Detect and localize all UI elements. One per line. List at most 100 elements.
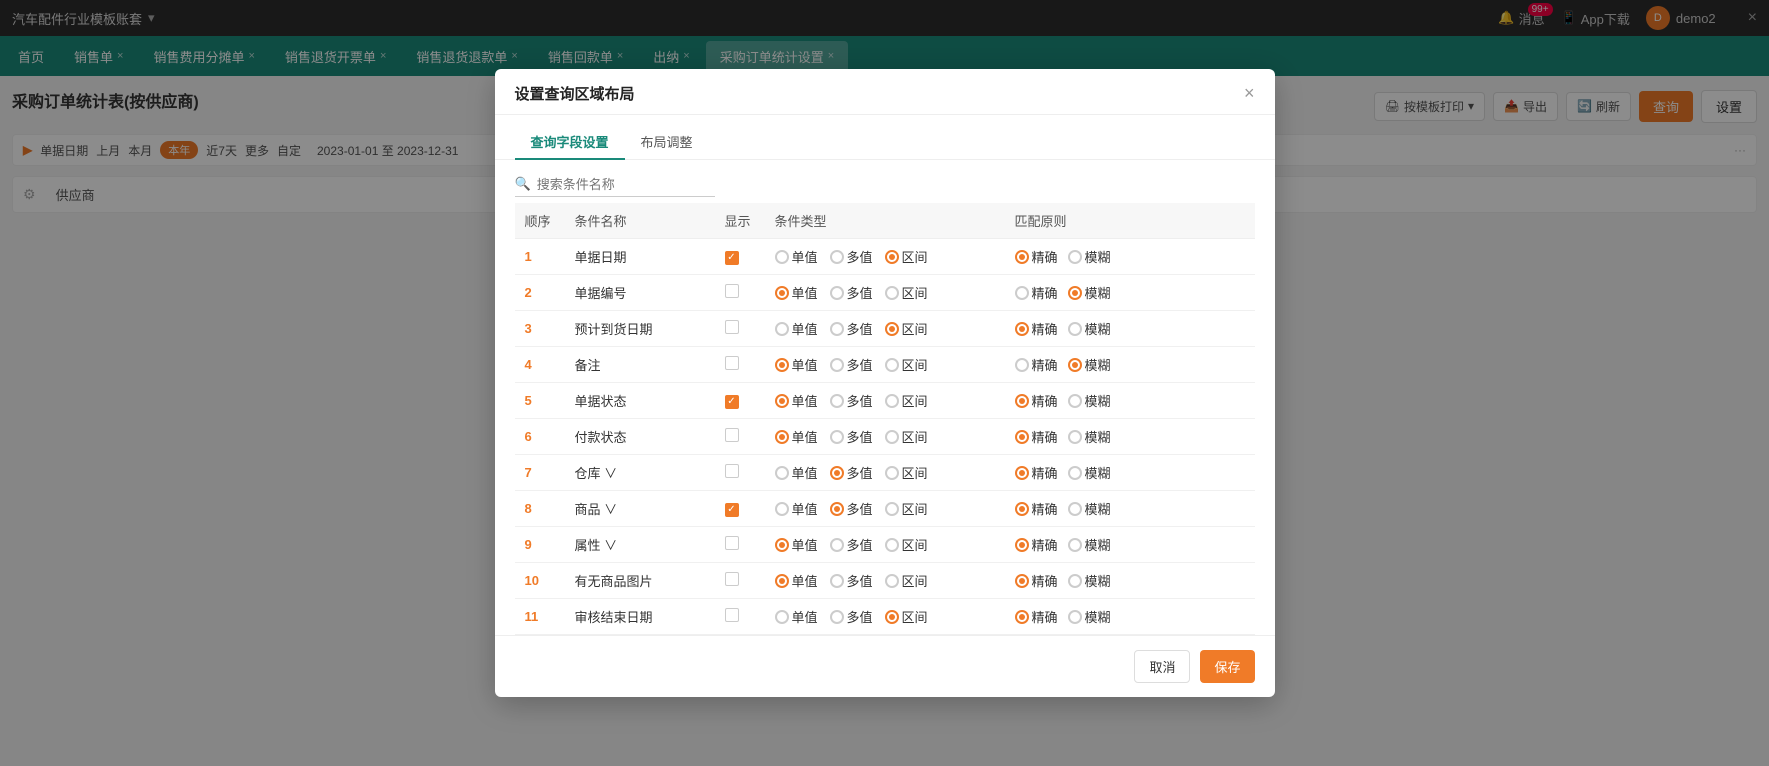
type-radio-type_range[interactable]: 区间 bbox=[885, 571, 928, 590]
match-radio-match_exact[interactable]: 精确 bbox=[1015, 391, 1058, 410]
cell-display[interactable] bbox=[715, 563, 765, 599]
search-box[interactable]: 🔍 bbox=[515, 172, 715, 197]
type-radio-type_multi[interactable]: 多值 bbox=[830, 247, 873, 266]
type-radio-type_multi[interactable]: 多值 bbox=[830, 535, 873, 554]
match-radio-match_exact[interactable]: 精确 bbox=[1015, 427, 1058, 446]
search-input[interactable] bbox=[537, 177, 697, 192]
cell-display[interactable] bbox=[715, 347, 765, 383]
type-radio-type_range[interactable]: 区间 bbox=[885, 427, 928, 446]
match-radio-match_fuzzy[interactable]: 模糊 bbox=[1068, 571, 1111, 590]
display-checkbox[interactable] bbox=[725, 572, 739, 586]
type-radio-type_range[interactable]: 区间 bbox=[885, 391, 928, 410]
radio-dot bbox=[830, 430, 844, 444]
cell-display[interactable] bbox=[715, 275, 765, 311]
display-checkbox[interactable] bbox=[725, 608, 739, 622]
display-checkbox[interactable]: ✓ bbox=[725, 251, 739, 265]
match-radio-match_exact[interactable]: 精确 bbox=[1015, 463, 1058, 482]
display-checkbox[interactable] bbox=[725, 356, 739, 370]
type-radio-type_multi[interactable]: 多值 bbox=[830, 463, 873, 482]
match-radio-match_fuzzy[interactable]: 模糊 bbox=[1068, 427, 1111, 446]
modal-close-button[interactable]: × bbox=[1244, 83, 1255, 104]
radio-dot bbox=[885, 322, 899, 336]
match-radio-match_fuzzy[interactable]: 模糊 bbox=[1068, 607, 1111, 626]
type-radio-type_single[interactable]: 单值 bbox=[775, 319, 818, 338]
radio-dot bbox=[1015, 358, 1029, 372]
match-radio-match_exact[interactable]: 精确 bbox=[1015, 319, 1058, 338]
match-radio-match_fuzzy[interactable]: 模糊 bbox=[1068, 319, 1111, 338]
radio-dot bbox=[885, 358, 899, 372]
type-radio-type_multi[interactable]: 多值 bbox=[830, 499, 873, 518]
type-radio-type_single[interactable]: 单值 bbox=[775, 427, 818, 446]
type-radio-type_range[interactable]: 区间 bbox=[885, 319, 928, 338]
match-radio-match_exact[interactable]: 精确 bbox=[1015, 571, 1058, 590]
cell-type: 单值多值区间 bbox=[765, 275, 1005, 311]
cell-display[interactable] bbox=[715, 311, 765, 347]
cell-display[interactable] bbox=[715, 527, 765, 563]
type-radio-type_multi[interactable]: 多值 bbox=[830, 607, 873, 626]
cell-display[interactable] bbox=[715, 455, 765, 491]
type-radio-type_single[interactable]: 单值 bbox=[775, 499, 818, 518]
display-checkbox[interactable] bbox=[725, 320, 739, 334]
cell-display[interactable]: ✓ bbox=[715, 239, 765, 275]
type-radio-type_single[interactable]: 单值 bbox=[775, 535, 818, 554]
match-radio-match_exact[interactable]: 精确 bbox=[1015, 535, 1058, 554]
match-radio-match_fuzzy[interactable]: 模糊 bbox=[1068, 463, 1111, 482]
match-radio-match_exact[interactable]: 精确 bbox=[1015, 247, 1058, 266]
modal-tab-fields[interactable]: 查询字段设置 bbox=[515, 125, 625, 160]
save-button[interactable]: 保存 bbox=[1200, 650, 1254, 683]
cell-display[interactable] bbox=[715, 419, 765, 455]
modal-overlay: 设置查询区域布局 × 查询字段设置 布局调整 🔍 顺序 bbox=[0, 0, 1769, 766]
type-radio-type_multi[interactable]: 多值 bbox=[830, 319, 873, 338]
type-radio-type_multi[interactable]: 多值 bbox=[830, 283, 873, 302]
match-radio-match_fuzzy[interactable]: 模糊 bbox=[1068, 535, 1111, 554]
cell-name: 单据编号 bbox=[565, 275, 715, 311]
type-radio-type_single[interactable]: 单值 bbox=[775, 283, 818, 302]
cell-display[interactable]: ✓ bbox=[715, 491, 765, 527]
cell-type: 单值多值区间 bbox=[765, 239, 1005, 275]
type-radio-type_single[interactable]: 单值 bbox=[775, 247, 818, 266]
type-radio-type_range[interactable]: 区间 bbox=[885, 283, 928, 302]
type-radio-type_range[interactable]: 区间 bbox=[885, 463, 928, 482]
type-radio-type_single[interactable]: 单值 bbox=[775, 463, 818, 482]
radio-dot bbox=[775, 358, 789, 372]
cell-name: 商品 ∨ bbox=[565, 491, 715, 527]
type-radio-type_single[interactable]: 单值 bbox=[775, 607, 818, 626]
match-radio-match_fuzzy[interactable]: 模糊 bbox=[1068, 283, 1111, 302]
match-radio-match_exact[interactable]: 精确 bbox=[1015, 355, 1058, 374]
type-radio-type_range[interactable]: 区间 bbox=[885, 355, 928, 374]
match-radio-match_fuzzy[interactable]: 模糊 bbox=[1068, 391, 1111, 410]
type-radio-type_multi[interactable]: 多值 bbox=[830, 355, 873, 374]
match-radio-match_exact[interactable]: 精确 bbox=[1015, 283, 1058, 302]
type-radio-type_range[interactable]: 区间 bbox=[885, 535, 928, 554]
match-radio-match_exact[interactable]: 精确 bbox=[1015, 499, 1058, 518]
cell-match: 精确模糊 bbox=[1005, 347, 1255, 383]
type-radio-type_single[interactable]: 单值 bbox=[775, 355, 818, 374]
col-match-header: 匹配原则 bbox=[1005, 203, 1255, 239]
match-radio-match_fuzzy[interactable]: 模糊 bbox=[1068, 247, 1111, 266]
match-radio-match_fuzzy[interactable]: 模糊 bbox=[1068, 499, 1111, 518]
cell-match: 精确模糊 bbox=[1005, 527, 1255, 563]
cell-name: 审核结束日期 bbox=[565, 599, 715, 635]
display-checkbox[interactable] bbox=[725, 428, 739, 442]
cell-match: 精确模糊 bbox=[1005, 383, 1255, 419]
type-radio-type_range[interactable]: 区间 bbox=[885, 499, 928, 518]
display-checkbox[interactable] bbox=[725, 464, 739, 478]
type-radio-type_multi[interactable]: 多值 bbox=[830, 571, 873, 590]
display-checkbox[interactable] bbox=[725, 284, 739, 298]
cell-display[interactable]: ✓ bbox=[715, 383, 765, 419]
display-checkbox[interactable]: ✓ bbox=[725, 395, 739, 409]
type-radio-type_multi[interactable]: 多值 bbox=[830, 427, 873, 446]
type-radio-type_range[interactable]: 区间 bbox=[885, 247, 928, 266]
type-radio-type_single[interactable]: 单值 bbox=[775, 571, 818, 590]
cell-display[interactable] bbox=[715, 599, 765, 635]
display-checkbox[interactable] bbox=[725, 536, 739, 550]
match-radio-match_exact[interactable]: 精确 bbox=[1015, 607, 1058, 626]
type-radio-type_range[interactable]: 区间 bbox=[885, 607, 928, 626]
type-radio-type_single[interactable]: 单值 bbox=[775, 391, 818, 410]
display-checkbox[interactable]: ✓ bbox=[725, 503, 739, 517]
cancel-button[interactable]: 取消 bbox=[1134, 650, 1190, 683]
radio-dot bbox=[1015, 430, 1029, 444]
type-radio-type_multi[interactable]: 多值 bbox=[830, 391, 873, 410]
match-radio-match_fuzzy[interactable]: 模糊 bbox=[1068, 355, 1111, 374]
modal-tab-layout[interactable]: 布局调整 bbox=[625, 125, 709, 160]
